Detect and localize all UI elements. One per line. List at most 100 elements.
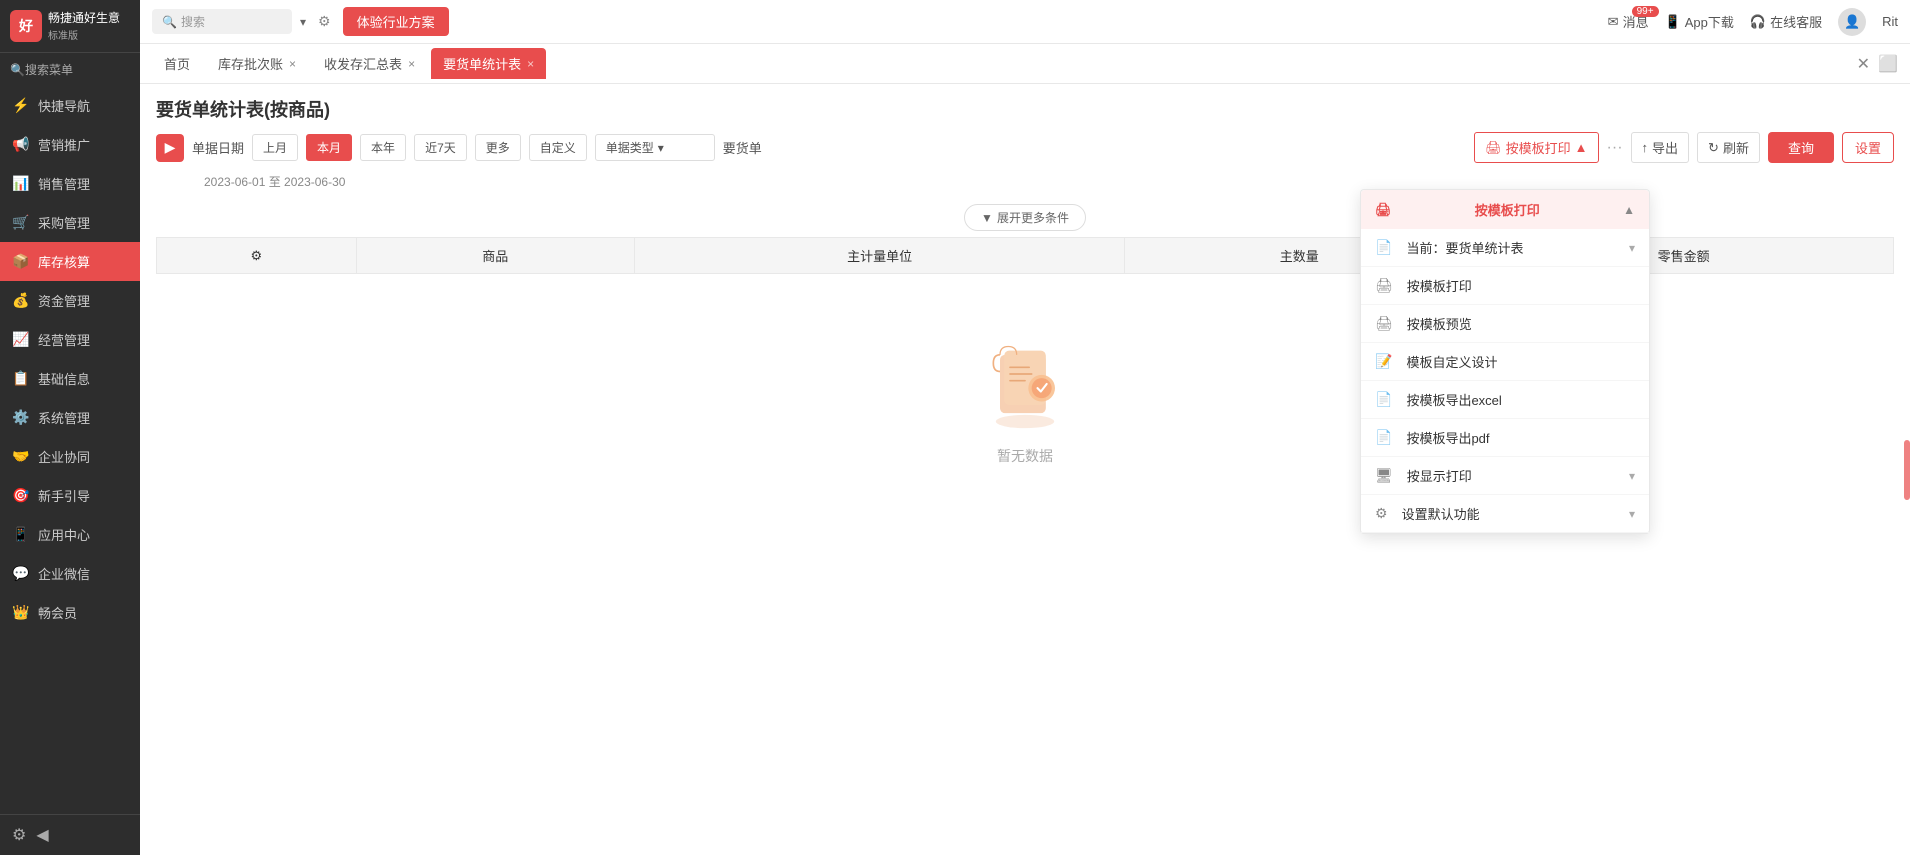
order-type-select[interactable]: 单据类型 ▾ — [595, 134, 715, 161]
trial-button[interactable]: 体验行业方案 — [343, 7, 449, 36]
current-template-item[interactable]: 📄 当前：要货单统计表 ▾ — [1361, 229, 1649, 267]
gear-icon: ⚙ — [1375, 505, 1388, 522]
dropdown-chevron-up[interactable]: ▲ — [1623, 203, 1635, 217]
tab-home[interactable]: 首页 — [152, 48, 202, 79]
search-menu-item[interactable]: 🔍 搜索菜单 — [0, 53, 140, 86]
filter-toggle-button[interactable]: ▶ — [156, 134, 184, 162]
chevron-up-icon: ▲ — [1575, 140, 1588, 155]
default-function-item[interactable]: ⚙ 设置默认功能 ▾ — [1361, 495, 1649, 533]
tabs-controls: ✕ ⬜ — [1857, 54, 1898, 74]
user-avatar[interactable]: 👤 — [1838, 8, 1866, 36]
logo-text: 畅捷通好生意 标准版 — [48, 10, 120, 42]
message-badge: 99+ — [1632, 6, 1659, 17]
template-pdf-item[interactable]: 📄 按模板导出pdf — [1361, 419, 1649, 457]
settings-button[interactable]: 设置 — [1842, 132, 1894, 163]
sidebar: 好 畅捷通好生意 标准版 🔍 搜索菜单 ⚡ 快捷导航 📢 营销推广 📊 销售管理… — [0, 0, 140, 855]
doc-icon: 📄 — [1375, 239, 1392, 256]
display-print-item[interactable]: 🖥 按显示打印 ▾ — [1361, 457, 1649, 495]
nav-icon: 🤝 — [12, 448, 30, 465]
nav-icon: 📈 — [12, 331, 30, 348]
topbar: 🔍 搜索 ▾ ⚙ 体验行业方案 ✉ 消息 99+ 📱 App下载 🎧 在线客服 … — [140, 0, 1910, 44]
template-design-item[interactable]: 📝 模板自定义设计 — [1361, 343, 1649, 381]
tab-order-stats[interactable]: 要货单统计表 × — [431, 48, 546, 79]
close-tab-batch-account[interactable]: × — [289, 57, 296, 71]
nav-icon: 📊 — [12, 175, 30, 192]
sidebar-item-operations[interactable]: 📈 经营管理 — [0, 320, 140, 359]
search-icon: 🔍 — [162, 15, 177, 29]
topbar-search[interactable]: 🔍 搜索 — [152, 9, 292, 34]
sidebar-item-basic[interactable]: 📋 基础信息 — [0, 359, 140, 398]
expand-conditions-button[interactable]: ▼ 展开更多条件 — [964, 204, 1086, 231]
refresh-icon: ↻ — [1708, 140, 1719, 156]
sidebar-item-finance[interactable]: 💰 资金管理 — [0, 281, 140, 320]
expand-icon: ▼ — [981, 211, 993, 225]
close-tab-order-stats[interactable]: × — [527, 57, 534, 71]
export-button[interactable]: ↑ 导出 — [1631, 132, 1690, 163]
app-logo: 好 畅捷通好生意 标准版 — [0, 0, 140, 53]
close-window-button[interactable]: ✕ — [1857, 54, 1870, 74]
page-header: 要货单统计表(按商品) — [140, 84, 1910, 122]
date-custom[interactable]: 自定义 — [529, 134, 587, 161]
username-label[interactable]: Rit — [1882, 14, 1898, 29]
topbar-right: ✉ 消息 99+ 📱 App下载 🎧 在线客服 👤 Rit — [1608, 8, 1898, 36]
sidebar-item-system[interactable]: ⚙️ 系统管理 — [0, 398, 140, 437]
design-icon: 📝 — [1375, 353, 1392, 370]
pdf-icon: 📄 — [1375, 429, 1392, 446]
headset-icon: 🎧 — [1750, 14, 1766, 30]
topbar-gear-icon[interactable]: ⚙ — [318, 13, 331, 30]
arrow-icon: ▾ — [1629, 469, 1635, 483]
sidebar-item-wechat[interactable]: 💬 企业微信 — [0, 554, 140, 593]
display-icon: 🖥 — [1375, 467, 1393, 484]
sidebar-item-quick-nav[interactable]: ⚡ 快捷导航 — [0, 86, 140, 125]
online-service-button[interactable]: 🎧 在线客服 — [1750, 12, 1822, 31]
nav-icon: 📋 — [12, 370, 30, 387]
logo-icon: 好 — [10, 10, 42, 42]
print-dropdown-menu: 🖨 按模板打印 ▲ 📄 当前：要货单统计表 ▾ 🖨 按模板打印 🖨 按模板预览 — [1360, 189, 1650, 534]
collapse-sidebar-button[interactable]: ◀ — [36, 825, 48, 845]
select-arrow-icon: ▾ — [658, 141, 664, 155]
sidebar-item-collab[interactable]: 🤝 企业协同 — [0, 437, 140, 476]
sidebar-item-member[interactable]: 👑 畅会员 — [0, 593, 140, 632]
query-button[interactable]: 查询 — [1768, 132, 1834, 163]
tab-batch-account[interactable]: 库存批次账 × — [206, 48, 308, 79]
app-download-button[interactable]: 📱 App下载 — [1665, 12, 1734, 31]
col-settings-icon[interactable]: ⚙ — [157, 238, 357, 274]
toolbar-actions: 🖨 按模板打印 ▲ ··· ↑ 导出 ↻ 刷新 查询 设置 — [1474, 132, 1894, 163]
close-tab-collection-summary[interactable]: × — [408, 57, 415, 71]
settings-footer-button[interactable]: ⚙ — [12, 825, 26, 845]
template-print-button[interactable]: 🖨 按模板打印 ▲ — [1474, 132, 1598, 163]
sidebar-item-sales[interactable]: 📊 销售管理 — [0, 164, 140, 203]
printer-icon-header: 🖨 — [1375, 202, 1392, 218]
sidebar-item-inventory[interactable]: 📦 库存核算 — [0, 242, 140, 281]
phone-icon: 📱 — [1665, 14, 1681, 30]
nav-icon: 🛒 — [12, 214, 30, 231]
date-current-year[interactable]: 本年 — [360, 134, 406, 161]
excel-icon: 📄 — [1375, 391, 1392, 408]
tabs-bar: 首页 库存批次账 × 收发存汇总表 × 要货单统计表 × ✕ ⬜ — [140, 44, 1910, 84]
sidebar-item-apps[interactable]: 📱 应用中心 — [0, 515, 140, 554]
message-button[interactable]: ✉ 消息 99+ — [1608, 12, 1649, 31]
sidebar-item-purchase[interactable]: 🛒 采购管理 — [0, 203, 140, 242]
message-icon: ✉ — [1608, 14, 1619, 30]
sidebar-item-guide[interactable]: 🎯 新手引导 — [0, 476, 140, 515]
date-more[interactable]: 更多 — [475, 134, 521, 161]
empty-text: 暂无数据 — [997, 446, 1053, 466]
empty-illustration — [975, 334, 1075, 434]
template-print-item[interactable]: 🖨 按模板打印 — [1361, 267, 1649, 305]
tab-collection-summary[interactable]: 收发存汇总表 × — [312, 48, 427, 79]
more-options-icon[interactable]: ··· — [1607, 139, 1623, 157]
nav-icon: 👑 — [12, 604, 30, 621]
date-prev-month[interactable]: 上月 — [252, 134, 298, 161]
printer-icon: 🖨 — [1485, 140, 1502, 156]
maximize-button[interactable]: ⬜ — [1878, 54, 1898, 74]
nav-icon: 🎯 — [12, 487, 30, 504]
arrow-right-icon: ▾ — [1629, 241, 1635, 255]
print-dropdown-header: 🖨 按模板打印 ▲ — [1361, 190, 1649, 229]
refresh-button[interactable]: ↻ 刷新 — [1697, 132, 1760, 163]
date-current-month[interactable]: 本月 — [306, 134, 352, 161]
template-excel-item[interactable]: 📄 按模板导出excel — [1361, 381, 1649, 419]
template-preview-item[interactable]: 🖨 按模板预览 — [1361, 305, 1649, 343]
topbar-dropdown-arrow[interactable]: ▾ — [300, 15, 306, 29]
sidebar-item-marketing[interactable]: 📢 营销推广 — [0, 125, 140, 164]
date-7days[interactable]: 近7天 — [414, 134, 467, 161]
